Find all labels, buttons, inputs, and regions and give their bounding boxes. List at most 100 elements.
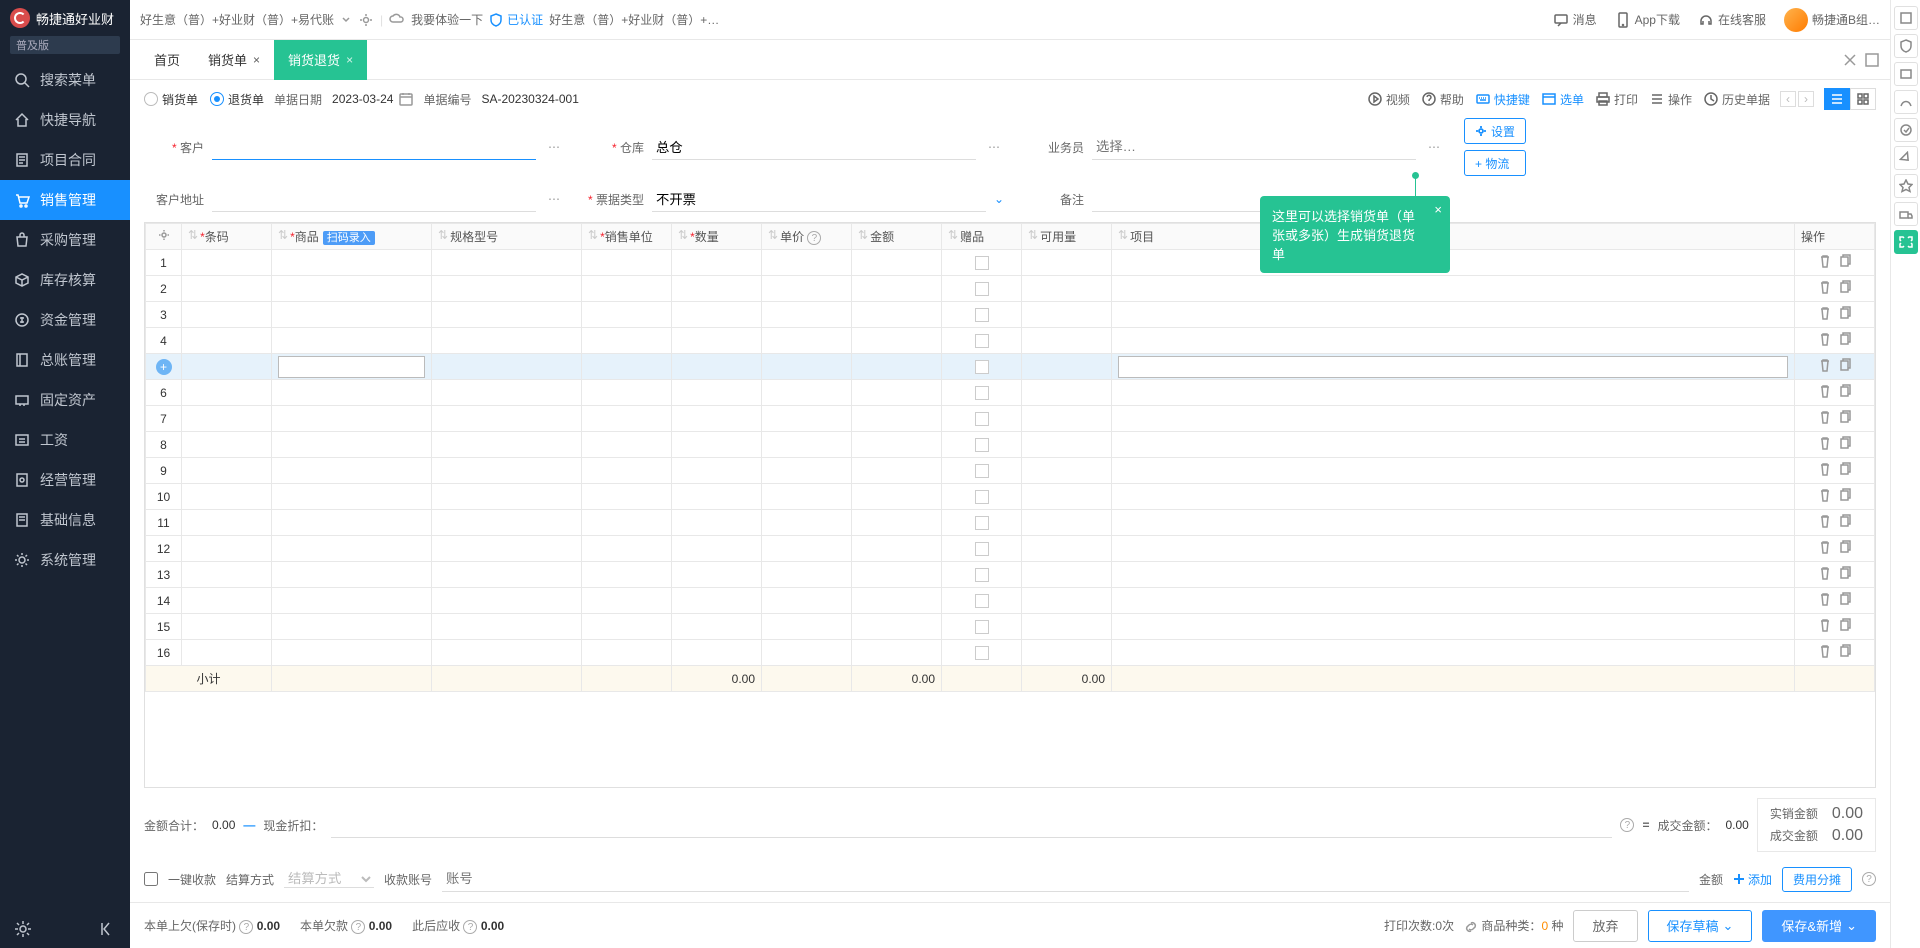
col-project[interactable]: ⇅项目	[1112, 224, 1795, 250]
warehouse-input[interactable]	[652, 134, 976, 160]
sidebar-item-8[interactable]: 固定资产	[0, 380, 130, 420]
col-gift[interactable]: ⇅赠品	[942, 224, 1022, 250]
product-cell-input[interactable]	[278, 356, 425, 378]
table-row[interactable]: +	[146, 354, 1875, 380]
help-icon[interactable]: ?	[1620, 818, 1634, 832]
tab-0[interactable]: 首页	[140, 40, 194, 80]
delete-row-icon[interactable]	[1818, 254, 1832, 268]
col-spec[interactable]: ⇅规格型号	[432, 224, 582, 250]
col-barcode[interactable]: ⇅*条码	[182, 224, 272, 250]
sidebar-item-3[interactable]: 销售管理	[0, 180, 130, 220]
discard-button[interactable]: 放弃	[1573, 910, 1637, 942]
toolbar-select-button[interactable]: 选单	[1542, 91, 1584, 108]
account-input[interactable]	[442, 866, 1689, 892]
gear-icon[interactable]	[358, 12, 374, 28]
salesperson-input[interactable]	[1092, 134, 1416, 160]
chevron-down-icon[interactable]	[340, 14, 352, 26]
sidebar-item-1[interactable]: 快捷导航	[0, 100, 130, 140]
gift-checkbox[interactable]	[975, 412, 989, 426]
delete-row-icon[interactable]	[1818, 410, 1832, 424]
tab-close-icon[interactable]: ×	[346, 53, 353, 67]
breadcrumb[interactable]: 好生意（普）+好业财（普）+易代账	[140, 11, 334, 28]
delete-row-icon[interactable]	[1818, 514, 1832, 528]
gift-checkbox[interactable]	[975, 282, 989, 296]
salesperson-lookup-button[interactable]: ⋯	[1424, 140, 1444, 154]
user-menu[interactable]: 畅捷通B组…	[1784, 8, 1880, 32]
app-download-link[interactable]: App下载	[1615, 11, 1680, 28]
close-all-icon[interactable]	[1842, 52, 1858, 68]
sidebar-item-4[interactable]: 采购管理	[0, 220, 130, 260]
copy-row-icon[interactable]	[1838, 514, 1852, 528]
table-row[interactable]: 3	[146, 302, 1875, 328]
customer-lookup-button[interactable]: ⋯	[544, 140, 564, 154]
delete-row-icon[interactable]	[1818, 306, 1832, 320]
col-avail[interactable]: ⇅可用量	[1022, 224, 1112, 250]
table-row[interactable]: 6	[146, 380, 1875, 406]
table-row[interactable]: 15	[146, 614, 1875, 640]
gift-checkbox[interactable]	[975, 360, 989, 374]
expand-icon[interactable]	[1864, 52, 1880, 68]
table-row[interactable]: 7	[146, 406, 1875, 432]
toolbar-kbd-button[interactable]: 快捷键	[1476, 91, 1530, 108]
save-draft-button[interactable]: 保存草稿 ⌄	[1648, 910, 1753, 942]
help-icon[interactable]: ?	[807, 231, 821, 245]
copy-row-icon[interactable]	[1838, 488, 1852, 502]
delete-row-icon[interactable]	[1818, 592, 1832, 606]
copy-row-icon[interactable]	[1838, 384, 1852, 398]
prev-record-button[interactable]: ‹	[1780, 91, 1796, 107]
copy-row-icon[interactable]	[1838, 566, 1852, 580]
table-row[interactable]: 2	[146, 276, 1875, 302]
delete-row-icon[interactable]	[1818, 280, 1832, 294]
gift-checkbox[interactable]	[975, 620, 989, 634]
table-row[interactable]: 14	[146, 588, 1875, 614]
breadcrumb-2[interactable]: 好生意（普）+好业财（普）+…	[549, 11, 719, 28]
rail-btn-3[interactable]	[1894, 62, 1918, 86]
toolbar-play-button[interactable]: 视频	[1368, 91, 1410, 108]
gift-checkbox[interactable]	[975, 386, 989, 400]
gift-checkbox[interactable]	[975, 542, 989, 556]
address-input[interactable]	[212, 186, 536, 212]
gift-checkbox[interactable]	[975, 334, 989, 348]
onekey-checkbox[interactable]	[144, 872, 158, 886]
sidebar-item-9[interactable]: 工资	[0, 420, 130, 460]
sidebar-item-5[interactable]: 库存核算	[0, 260, 130, 300]
sidebar-item-2[interactable]: 项目合同	[0, 140, 130, 180]
table-row[interactable]: 8	[146, 432, 1875, 458]
rail-btn-5[interactable]	[1894, 118, 1918, 142]
copy-row-icon[interactable]	[1838, 540, 1852, 554]
copy-row-icon[interactable]	[1838, 644, 1852, 658]
sidebar-item-11[interactable]: 基础信息	[0, 500, 130, 540]
radio-return[interactable]: 退货单	[210, 91, 264, 108]
toolbar-print-button[interactable]: 打印	[1596, 91, 1638, 108]
col-settings[interactable]	[146, 224, 182, 250]
gift-checkbox[interactable]	[975, 464, 989, 478]
help-icon[interactable]: ?	[239, 920, 253, 934]
copy-row-icon[interactable]	[1838, 592, 1852, 606]
delete-row-icon[interactable]	[1818, 488, 1832, 502]
tooltip-close-button[interactable]: ×	[1434, 202, 1442, 217]
table-row[interactable]: 4	[146, 328, 1875, 354]
copy-row-icon[interactable]	[1838, 436, 1852, 450]
warehouse-lookup-button[interactable]: ⋯	[984, 140, 1004, 154]
col-unit[interactable]: ⇅*销售单位	[582, 224, 672, 250]
delete-row-icon[interactable]	[1818, 358, 1832, 372]
toolbar-help-button[interactable]: 帮助	[1422, 91, 1464, 108]
sidebar-item-6[interactable]: 资金管理	[0, 300, 130, 340]
table-row[interactable]: 12	[146, 536, 1875, 562]
add-settlement-button[interactable]: 添加	[1733, 871, 1772, 888]
table-row[interactable]: 11	[146, 510, 1875, 536]
help-icon[interactable]: ?	[351, 920, 365, 934]
delete-row-icon[interactable]	[1818, 384, 1832, 398]
view-list-button[interactable]	[1824, 88, 1850, 110]
copy-row-icon[interactable]	[1838, 280, 1852, 294]
help-icon[interactable]: ?	[1862, 872, 1876, 886]
delete-row-icon[interactable]	[1818, 618, 1832, 632]
copy-row-icon[interactable]	[1838, 254, 1852, 268]
gift-checkbox[interactable]	[975, 438, 989, 452]
gift-checkbox[interactable]	[975, 568, 989, 582]
gift-checkbox[interactable]	[975, 308, 989, 322]
gift-checkbox[interactable]	[975, 256, 989, 270]
address-lookup-button[interactable]: ⋯	[544, 192, 564, 206]
delete-row-icon[interactable]	[1818, 332, 1832, 346]
messages-link[interactable]: 消息	[1553, 11, 1597, 28]
